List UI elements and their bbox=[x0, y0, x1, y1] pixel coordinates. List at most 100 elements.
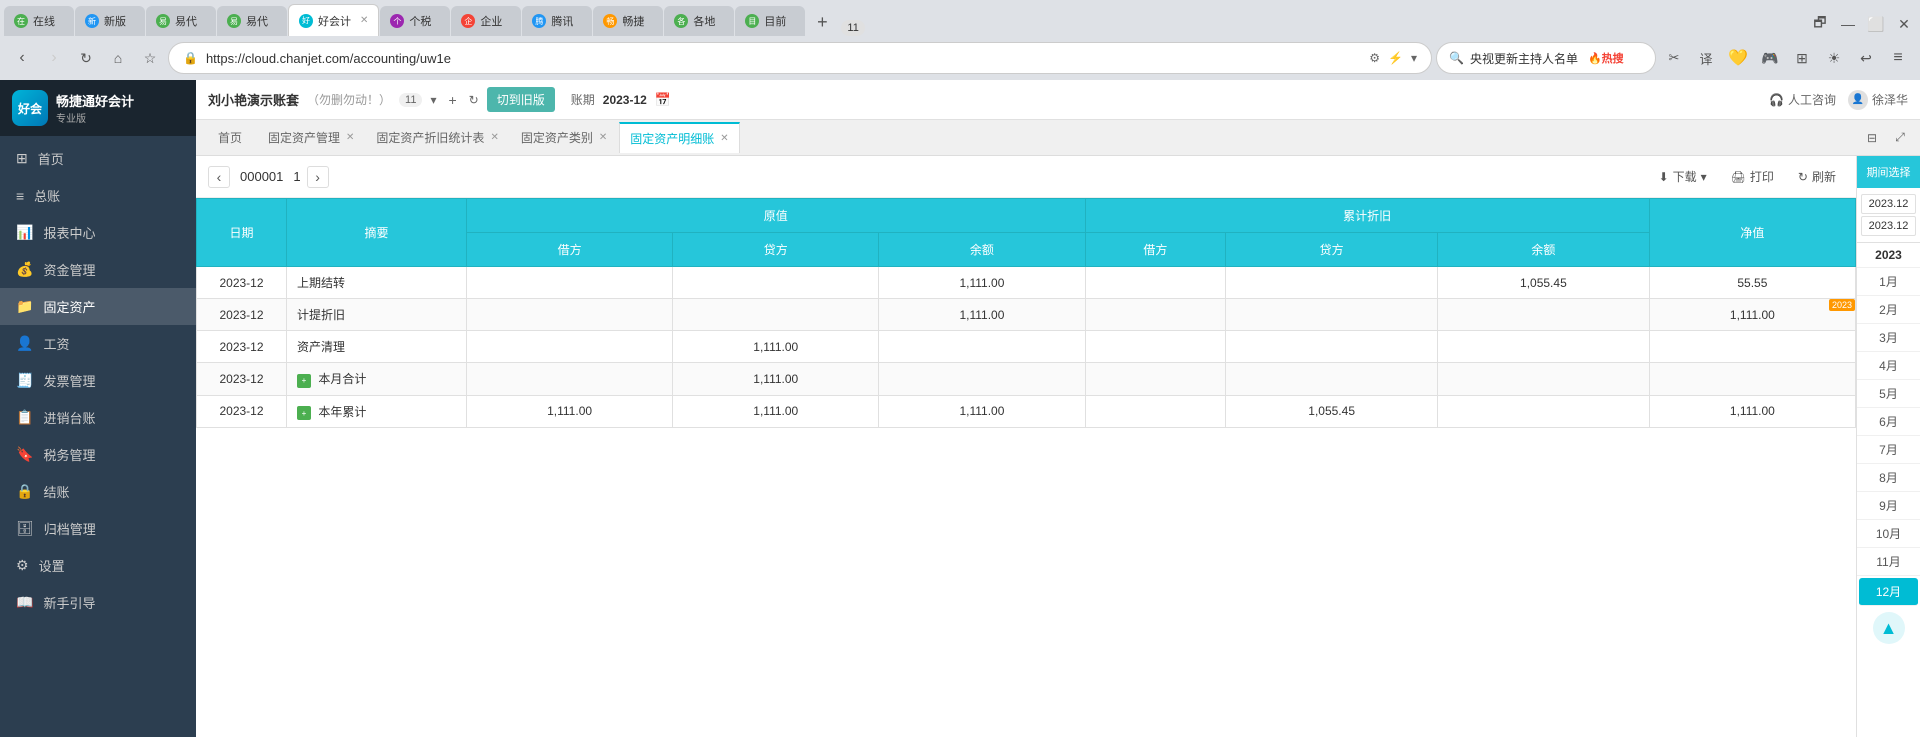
page-tab-home[interactable]: 首页 bbox=[204, 123, 256, 152]
period-year-2023[interactable]: 2023 bbox=[1857, 243, 1920, 268]
period-month-8[interactable]: 8月 bbox=[1857, 464, 1920, 492]
sidebar-item-tax[interactable]: 🔖 税务管理 bbox=[0, 436, 196, 473]
page-tabs: 首页 固定资产管理 ✕ 固定资产折旧统计表 ✕ 固定资产类别 ✕ 固定资产明细账… bbox=[196, 120, 1920, 156]
sidebar-item-label: 总账 bbox=[34, 186, 60, 205]
tab-易代1[interactable]: 易 易代 bbox=[146, 6, 216, 36]
close-window-button[interactable]: ✕ bbox=[1892, 12, 1916, 36]
period-month-5[interactable]: 5月 bbox=[1857, 380, 1920, 408]
cell-orig-balance: 1,111.00 bbox=[879, 395, 1085, 428]
help-button[interactable]: 🎧 人工咨询 bbox=[1769, 91, 1836, 108]
next-page-button[interactable]: › bbox=[307, 166, 329, 188]
minimize-button[interactable]: — bbox=[1836, 12, 1860, 36]
tab-label: 固定资产折旧统计表 bbox=[376, 129, 484, 146]
home-button[interactable]: ⌂ bbox=[104, 44, 132, 72]
tab-close-icon[interactable]: ✕ bbox=[360, 15, 368, 26]
translate-icon[interactable]: 译 bbox=[1692, 44, 1720, 72]
period-month-9[interactable]: 9月 bbox=[1857, 492, 1920, 520]
cell-net-value: 55.55 bbox=[1649, 267, 1855, 299]
tab-腾讯[interactable]: 腾 腾讯 bbox=[522, 6, 592, 36]
bookmark-button[interactable]: ☆ bbox=[136, 44, 164, 72]
period-scroll-up-button[interactable]: ▲ bbox=[1873, 612, 1905, 644]
tab-close-icon[interactable]: ✕ bbox=[720, 133, 728, 144]
dropdown-icon[interactable]: ▾ bbox=[1411, 51, 1417, 65]
sidebar-item-reports[interactable]: 📊 报表中心 bbox=[0, 214, 196, 251]
download-button[interactable]: ⬇ 下载 ▾ bbox=[1651, 164, 1715, 189]
tab-新版[interactable]: 新 新版 bbox=[75, 6, 145, 36]
prev-page-button[interactable]: ‹ bbox=[208, 166, 230, 188]
search-box[interactable]: 🔍 央视更新主持人名单 🔥热搜 bbox=[1436, 42, 1656, 74]
period-month-12[interactable]: 12月 bbox=[1859, 578, 1918, 606]
period-month-1[interactable]: 1月 bbox=[1857, 268, 1920, 296]
page-tab-category[interactable]: 固定资产类别 ✕ bbox=[511, 123, 617, 152]
period-panel-header[interactable]: 期间选择 bbox=[1857, 156, 1920, 188]
period-start-date[interactable]: 2023.12 bbox=[1861, 194, 1916, 214]
tab-个税[interactable]: 个 个税 bbox=[380, 6, 450, 36]
period-end-date[interactable]: 2023.12 bbox=[1861, 216, 1916, 236]
calendar-icon[interactable]: 📅 bbox=[655, 92, 671, 108]
menu-icon[interactable]: ≡ bbox=[1884, 44, 1912, 72]
tab-close-icon[interactable]: ✕ bbox=[490, 132, 498, 143]
cell-orig-debit: 1,111.00 bbox=[467, 395, 673, 428]
tab-好会计[interactable]: 好 好会计 ✕ bbox=[288, 4, 379, 36]
tab-close-icon[interactable]: ✕ bbox=[599, 132, 607, 143]
page-tab-detail-active[interactable]: 固定资产明细账 ✕ bbox=[619, 122, 739, 153]
sun-icon[interactable]: ☀ bbox=[1820, 44, 1848, 72]
add-account-button[interactable]: + bbox=[444, 92, 460, 108]
period-month-2[interactable]: 2月 bbox=[1857, 296, 1920, 324]
tab-label: 目前 bbox=[764, 13, 786, 29]
grid-icon[interactable]: ⊞ bbox=[1788, 44, 1816, 72]
period-month-6[interactable]: 6月 bbox=[1857, 408, 1920, 436]
refresh-button[interactable]: ↻ bbox=[72, 44, 100, 72]
tab-close-icon[interactable]: ✕ bbox=[346, 132, 354, 143]
lightning-icon[interactable]: ⚡ bbox=[1388, 51, 1403, 65]
restore-button[interactable]: 🗗 bbox=[1808, 12, 1832, 36]
sidebar-item-purchase-sales[interactable]: 📋 进销台账 bbox=[0, 399, 196, 436]
tab-fullscreen-button[interactable]: ⤢ bbox=[1888, 126, 1912, 150]
tab-在线[interactable]: 在 在线 bbox=[4, 6, 74, 36]
site-info-icon[interactable]: ⚙ bbox=[1369, 51, 1380, 65]
switch-version-button[interactable]: 切到旧版 bbox=[487, 87, 555, 112]
archive-icon: 🗄 bbox=[16, 520, 34, 537]
period-month-3[interactable]: 3月 bbox=[1857, 324, 1920, 352]
url-bar[interactable]: 🔒 https://cloud.chanjet.com/accounting/u… bbox=[168, 42, 1432, 74]
sidebar-item-invoice[interactable]: 🧾 发票管理 bbox=[0, 362, 196, 399]
sidebar-item-home[interactable]: ⊞ 首页 bbox=[0, 140, 196, 177]
refresh-account-icon[interactable]: ↻ bbox=[469, 93, 479, 107]
period-month-4[interactable]: 4月 bbox=[1857, 352, 1920, 380]
tab-目前[interactable]: 目 目前 bbox=[735, 6, 805, 36]
tab-minimize-button[interactable]: ⊟ bbox=[1860, 126, 1884, 150]
tab-各地[interactable]: 各 各地 bbox=[664, 6, 734, 36]
wallet-icon[interactable]: 💛 bbox=[1724, 44, 1752, 72]
back-button[interactable]: ‹ bbox=[8, 44, 36, 72]
sidebar-item-payroll[interactable]: 👤 工资 bbox=[0, 325, 196, 362]
sidebar-item-archive[interactable]: 🗄 归档管理 bbox=[0, 510, 196, 547]
sidebar-item-ledger[interactable]: ≡ 总账 bbox=[0, 177, 196, 214]
period-month-11[interactable]: 11月 bbox=[1857, 548, 1920, 576]
sidebar-item-settings[interactable]: ⚙ 设置 bbox=[0, 547, 196, 584]
tab-add-button[interactable]: + bbox=[808, 8, 836, 36]
cell-dep-credit: 1,055.45 bbox=[1226, 395, 1438, 428]
forward-button[interactable]: › bbox=[40, 44, 68, 72]
tab-label: 在线 bbox=[33, 13, 55, 29]
tab-易代2[interactable]: 易 易代 bbox=[217, 6, 287, 36]
sidebar-item-guide[interactable]: 📖 新手引导 bbox=[0, 584, 196, 621]
tab-overflow-badge[interactable]: 11 bbox=[841, 20, 864, 36]
sidebar-item-funds[interactable]: 💰 资金管理 bbox=[0, 251, 196, 288]
period-month-10[interactable]: 10月 bbox=[1857, 520, 1920, 548]
tab-企业[interactable]: 企 企业 bbox=[451, 6, 521, 36]
sidebar-item-fixed-assets[interactable]: 📁 固定资产 bbox=[0, 288, 196, 325]
print-button[interactable]: 🖨 打印 bbox=[1723, 164, 1782, 189]
undo-icon[interactable]: ↩ bbox=[1852, 44, 1880, 72]
sidebar-item-closing[interactable]: 🔒 结账 bbox=[0, 473, 196, 510]
user-info[interactable]: 👤 徐泽华 bbox=[1848, 90, 1908, 110]
page-tab-fixed-asset-mgmt[interactable]: 固定资产管理 ✕ bbox=[258, 123, 364, 152]
period-month-7[interactable]: 7月 bbox=[1857, 436, 1920, 464]
cut-icon[interactable]: ✂ bbox=[1660, 44, 1688, 72]
page-tab-dep-stat[interactable]: 固定资产折旧统计表 ✕ bbox=[366, 123, 508, 152]
maximize-button[interactable]: ⬜ bbox=[1864, 12, 1888, 36]
refresh-button[interactable]: ↻ 刷新 bbox=[1790, 164, 1844, 189]
tab-畅捷[interactable]: 畅 畅捷 bbox=[593, 6, 663, 36]
game-icon[interactable]: 🎮 bbox=[1756, 44, 1784, 72]
dropdown-arrow-icon[interactable]: ▾ bbox=[430, 93, 436, 107]
cell-dep-balance bbox=[1438, 395, 1650, 428]
